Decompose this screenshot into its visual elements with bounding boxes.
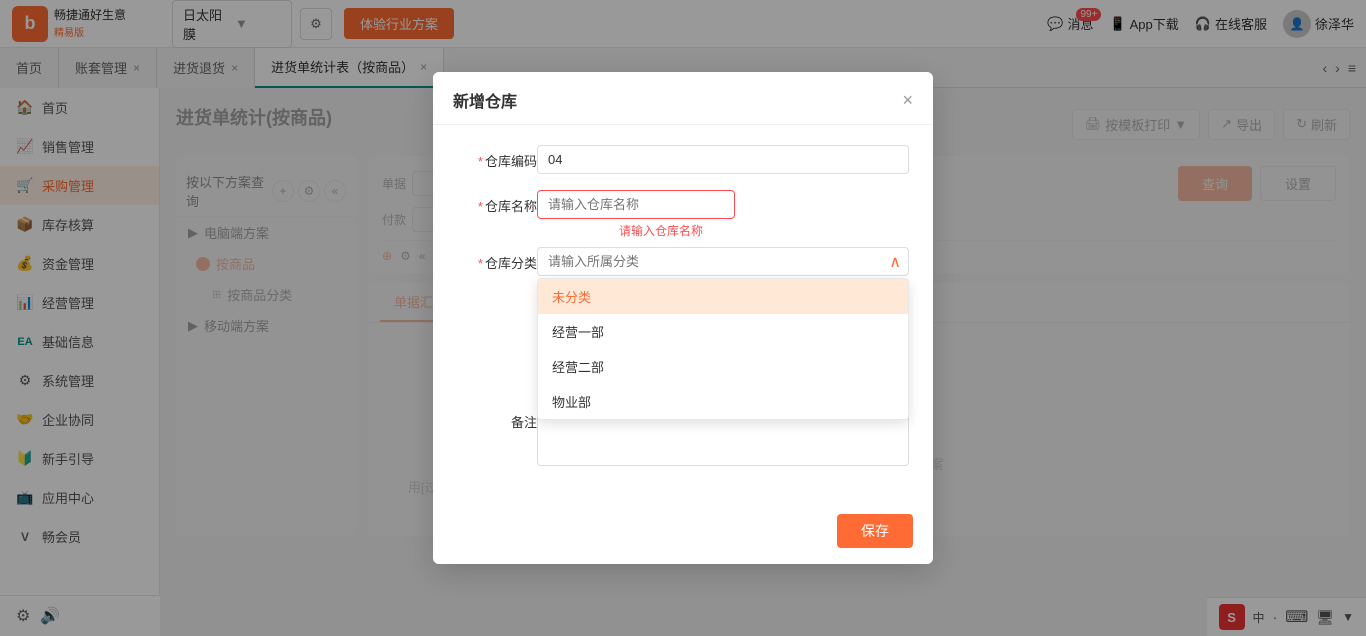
required-star2: * bbox=[478, 199, 483, 214]
name-label: *仓库名称 bbox=[457, 190, 537, 215]
category-label: *仓库分类 bbox=[457, 247, 537, 272]
dropdown-option-dept1[interactable]: 经营一部 bbox=[538, 314, 908, 349]
name-input-wrapper: 请输入仓库名称 bbox=[537, 190, 909, 219]
dialog-close-button[interactable]: × bbox=[902, 90, 913, 111]
warehouse-name-input[interactable] bbox=[537, 190, 735, 219]
dropdown-option-uncategorized[interactable]: 未分类 bbox=[538, 279, 908, 314]
dialog-body: *仓库编码 *仓库名称 请输入仓库名称 *仓库分类 bbox=[433, 125, 933, 502]
dialog-title: 新增仓库 bbox=[453, 88, 517, 112]
dialog-header: 新增仓库 × bbox=[433, 72, 933, 125]
warehouse-category-row: *仓库分类 ∧ 未分类 经营一部 经营二部 物业部 bbox=[457, 247, 909, 276]
code-label: *仓库编码 bbox=[457, 145, 537, 170]
category-select-wrapper: ∧ 未分类 经营一部 经营二部 物业部 bbox=[537, 247, 909, 276]
required-star3: * bbox=[478, 256, 483, 271]
save-button[interactable]: 保存 bbox=[837, 514, 913, 548]
category-dropdown: 未分类 经营一部 经营二部 物业部 bbox=[537, 278, 909, 420]
warehouse-code-row: *仓库编码 bbox=[457, 145, 909, 174]
category-input[interactable] bbox=[537, 247, 909, 276]
dropdown-option-dept2[interactable]: 经营二部 bbox=[538, 349, 908, 384]
required-star: * bbox=[478, 154, 483, 169]
dialog-footer: 保存 bbox=[433, 502, 933, 564]
warehouse-name-row: *仓库名称 请输入仓库名称 bbox=[457, 190, 909, 219]
new-warehouse-dialog: 新增仓库 × *仓库编码 *仓库名称 请输入仓库名称 bbox=[433, 72, 933, 564]
remark-label: 备注 bbox=[457, 406, 537, 431]
warehouse-code-input[interactable] bbox=[537, 145, 909, 174]
dropdown-option-property[interactable]: 物业部 bbox=[538, 384, 908, 419]
dialog-overlay: 新增仓库 × *仓库编码 *仓库名称 请输入仓库名称 bbox=[0, 0, 1366, 636]
name-error-tip: 请输入仓库名称 bbox=[619, 222, 703, 239]
category-dropdown-arrow[interactable]: ∧ bbox=[889, 252, 901, 272]
